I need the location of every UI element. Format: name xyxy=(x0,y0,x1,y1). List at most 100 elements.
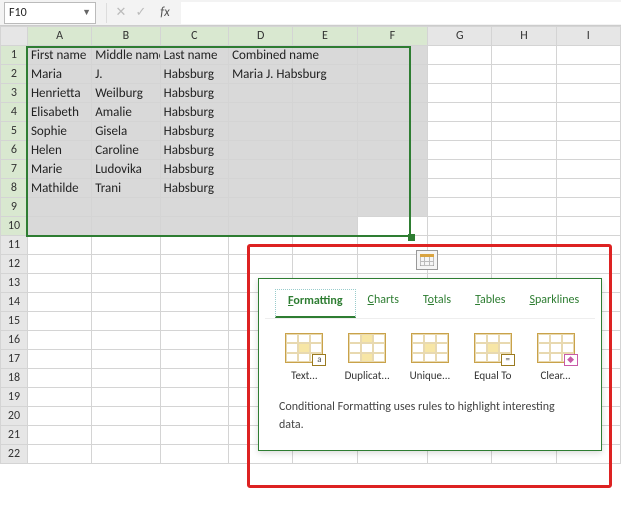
row-header[interactable]: 19 xyxy=(1,388,28,407)
cell[interactable] xyxy=(160,407,228,426)
qa-option-text[interactable]: a Text... xyxy=(275,333,333,382)
row-header[interactable]: 4 xyxy=(1,103,28,122)
cell[interactable] xyxy=(27,388,91,407)
cell[interactable] xyxy=(229,141,293,160)
cell[interactable] xyxy=(293,160,357,179)
cell[interactable] xyxy=(492,198,556,217)
row-header[interactable]: 20 xyxy=(1,407,28,426)
cell[interactable] xyxy=(428,141,492,160)
cell[interactable] xyxy=(160,255,228,274)
tab-sparklines[interactable]: Sparklines xyxy=(517,289,591,318)
cell[interactable] xyxy=(428,84,492,103)
cell[interactable] xyxy=(160,293,228,312)
name-box[interactable]: F10 ▼ xyxy=(4,2,96,24)
tab-tables[interactable]: Tables xyxy=(463,289,517,318)
col-header[interactable]: I xyxy=(556,27,620,46)
cell[interactable] xyxy=(160,445,228,464)
cell[interactable] xyxy=(229,84,293,103)
cell[interactable] xyxy=(92,217,160,236)
cell[interactable] xyxy=(428,160,492,179)
col-header[interactable]: C xyxy=(160,27,228,46)
cell[interactable] xyxy=(492,122,556,141)
cell[interactable] xyxy=(92,388,160,407)
cell[interactable] xyxy=(160,274,228,293)
cell[interactable] xyxy=(293,217,357,236)
cell[interactable] xyxy=(229,122,293,141)
cell[interactable]: Trani xyxy=(92,179,160,198)
cell[interactable] xyxy=(492,236,556,255)
cell[interactable] xyxy=(160,236,228,255)
cell[interactable] xyxy=(293,103,357,122)
cell[interactable] xyxy=(293,236,357,255)
cell[interactable] xyxy=(92,426,160,445)
cell[interactable] xyxy=(92,255,160,274)
cell[interactable] xyxy=(92,331,160,350)
cell[interactable] xyxy=(229,179,293,198)
cell[interactable]: Habsburg xyxy=(160,84,228,103)
cell[interactable] xyxy=(492,141,556,160)
qa-option-unique[interactable]: Unique... xyxy=(401,333,459,382)
cell[interactable] xyxy=(357,160,428,179)
cell[interactable] xyxy=(428,179,492,198)
cell[interactable] xyxy=(492,65,556,84)
cell[interactable] xyxy=(92,350,160,369)
cell[interactable] xyxy=(160,369,228,388)
cell[interactable] xyxy=(556,179,620,198)
cell[interactable] xyxy=(357,179,428,198)
col-header[interactable]: F xyxy=(357,27,428,46)
cell[interactable] xyxy=(27,445,91,464)
cell[interactable] xyxy=(27,293,91,312)
row-header[interactable]: 14 xyxy=(1,293,28,312)
cell[interactable] xyxy=(160,198,228,217)
cell[interactable] xyxy=(27,312,91,331)
qa-option-duplicate[interactable]: Duplicat... xyxy=(338,333,396,382)
cell[interactable] xyxy=(357,103,428,122)
cell[interactable] xyxy=(27,236,91,255)
cell[interactable]: Gisela xyxy=(92,122,160,141)
chevron-down-icon[interactable]: ▼ xyxy=(82,7,91,18)
row-header[interactable]: 12 xyxy=(1,255,28,274)
cell[interactable] xyxy=(556,103,620,122)
cell[interactable] xyxy=(428,122,492,141)
cell[interactable] xyxy=(357,198,428,217)
cell[interactable] xyxy=(27,198,91,217)
row-header[interactable]: 11 xyxy=(1,236,28,255)
cell[interactable] xyxy=(556,255,620,274)
cell[interactable] xyxy=(428,198,492,217)
cell[interactable] xyxy=(92,274,160,293)
cell[interactable] xyxy=(27,407,91,426)
row-header[interactable]: 15 xyxy=(1,312,28,331)
select-all-corner[interactable] xyxy=(1,27,28,46)
cell[interactable] xyxy=(293,255,357,274)
cell[interactable] xyxy=(428,103,492,122)
formula-input[interactable] xyxy=(181,2,621,24)
row-header[interactable]: 22 xyxy=(1,445,28,464)
col-header[interactable]: H xyxy=(492,27,556,46)
cell[interactable]: Combined name xyxy=(229,46,293,65)
cell[interactable] xyxy=(428,65,492,84)
row-header[interactable]: 10 xyxy=(1,217,28,236)
cell[interactable] xyxy=(160,388,228,407)
tab-totals[interactable]: Totals xyxy=(411,289,463,318)
quick-analysis-button[interactable] xyxy=(416,250,438,270)
cell[interactable]: Habsburg xyxy=(160,65,228,84)
selection-fill-handle[interactable] xyxy=(408,234,415,241)
cell[interactable]: Middle name xyxy=(92,46,160,65)
cell[interactable] xyxy=(92,407,160,426)
cell[interactable] xyxy=(293,179,357,198)
cell[interactable] xyxy=(92,236,160,255)
cell[interactable] xyxy=(160,312,228,331)
row-header[interactable]: 16 xyxy=(1,331,28,350)
cell[interactable] xyxy=(492,179,556,198)
cell[interactable] xyxy=(92,198,160,217)
cell[interactable] xyxy=(357,141,428,160)
cell[interactable] xyxy=(229,236,293,255)
tab-formatting[interactable]: Formatting xyxy=(275,289,356,318)
cell[interactable] xyxy=(428,217,492,236)
cell[interactable]: Elisabeth xyxy=(27,103,91,122)
cell[interactable] xyxy=(92,293,160,312)
cell[interactable] xyxy=(556,236,620,255)
cell[interactable]: Ludovika xyxy=(92,160,160,179)
cell[interactable] xyxy=(229,217,293,236)
cell[interactable] xyxy=(293,122,357,141)
